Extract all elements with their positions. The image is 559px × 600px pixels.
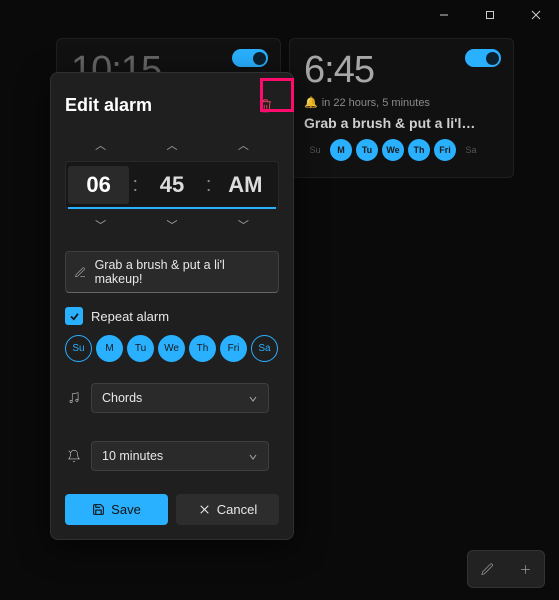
save-icon <box>92 503 105 516</box>
pencil-icon <box>480 562 495 577</box>
alarm-name-value: Grab a brush & put a li'l makeup! <box>95 258 270 286</box>
maximize-button[interactable] <box>467 0 513 30</box>
alarm-remaining: 🔔in 22 hours, 5 minutes <box>304 96 499 109</box>
add-alarm-button[interactable] <box>506 551 544 587</box>
close-button[interactable] <box>513 0 559 30</box>
day-chip: Th <box>408 139 430 161</box>
snooze-select[interactable]: 10 minutes <box>91 441 269 471</box>
day-button-we[interactable]: We <box>158 335 185 362</box>
save-label: Save <box>111 502 141 517</box>
window-controls <box>421 0 559 30</box>
hour-cell[interactable]: 06 <box>68 166 129 204</box>
modal-header: Edit alarm <box>65 91 279 119</box>
day-button-tu[interactable]: Tu <box>127 335 154 362</box>
music-note-icon <box>67 391 81 405</box>
snooze-value: 10 minutes <box>102 449 163 463</box>
check-icon <box>69 311 80 322</box>
day-button-fri[interactable]: Fri <box>220 335 247 362</box>
snooze-icon <box>67 449 81 463</box>
alarm-card[interactable]: 6:45 🔔in 22 hours, 5 minutes Grab a brus… <box>289 38 514 178</box>
close-icon <box>198 503 211 516</box>
day-chip: Tu <box>356 139 378 161</box>
time-decrement-row: ﹀ ﹀ ﹀ <box>65 213 279 237</box>
ampm-down-button[interactable]: ﹀ <box>208 213 279 237</box>
minute-cell[interactable]: 45 <box>141 166 202 204</box>
repeat-checkbox[interactable] <box>65 307 83 325</box>
bell-icon: 🔔 <box>304 97 318 109</box>
day-chip: Sa <box>460 139 482 161</box>
ampm-up-button[interactable]: ︿ <box>208 133 279 157</box>
edit-alarms-button[interactable] <box>468 551 506 587</box>
alarm-toggle[interactable] <box>465 49 501 67</box>
edit-alarm-modal: Edit alarm ︿ ︿ ︿ 06 : 45 : AM ﹀ ﹀ ﹀ Grab… <box>50 72 294 540</box>
repeat-row: Repeat alarm <box>65 307 279 325</box>
pencil-icon <box>74 266 87 279</box>
snooze-row: 10 minutes <box>65 434 279 478</box>
day-chip: We <box>382 139 404 161</box>
save-button[interactable]: Save <box>65 494 168 525</box>
fab-group <box>467 550 545 588</box>
day-chip: M <box>330 139 352 161</box>
hour-down-button[interactable]: ﹀ <box>65 213 136 237</box>
trash-icon <box>258 98 273 113</box>
time-picker[interactable]: 06 : 45 : AM <box>65 161 279 209</box>
chevron-down-icon <box>248 393 258 403</box>
sound-select[interactable]: Chords <box>91 383 269 413</box>
cancel-button[interactable]: Cancel <box>176 494 279 525</box>
hour-up-button[interactable]: ︿ <box>65 133 136 157</box>
day-button-m[interactable]: M <box>96 335 123 362</box>
time-separator: : <box>129 174 141 197</box>
modal-title: Edit alarm <box>65 95 152 116</box>
time-increment-row: ︿ ︿ ︿ <box>65 133 279 157</box>
alarm-name-field[interactable]: Grab a brush & put a li'l makeup! <box>65 251 279 293</box>
day-chip: Fri <box>434 139 456 161</box>
time-underline <box>68 207 276 209</box>
minute-up-button[interactable]: ︿ <box>136 133 207 157</box>
ampm-cell[interactable]: AM <box>215 166 276 204</box>
day-chip: Su <box>304 139 326 161</box>
cancel-label: Cancel <box>217 502 257 517</box>
delete-button[interactable] <box>251 91 279 119</box>
toggle-knob <box>486 52 499 65</box>
repeat-days: Su M Tu We Th Fri Sa <box>65 335 279 362</box>
day-button-su[interactable]: Su <box>65 335 92 362</box>
chevron-down-icon <box>248 451 258 461</box>
alarm-days: Su M Tu We Th Fri Sa <box>304 139 499 161</box>
sound-value: Chords <box>102 391 142 405</box>
sound-row: Chords <box>65 376 279 420</box>
alarm-name: Grab a brush & put a li'l… <box>304 115 499 131</box>
modal-buttons: Save Cancel <box>65 494 279 525</box>
minute-down-button[interactable]: ﹀ <box>136 213 207 237</box>
day-button-sa[interactable]: Sa <box>251 335 278 362</box>
toggle-knob <box>253 52 266 65</box>
alarm-toggle[interactable] <box>232 49 268 67</box>
day-button-th[interactable]: Th <box>189 335 216 362</box>
time-separator: : <box>203 174 215 197</box>
plus-icon <box>518 562 533 577</box>
repeat-label: Repeat alarm <box>91 309 169 324</box>
minimize-button[interactable] <box>421 0 467 30</box>
